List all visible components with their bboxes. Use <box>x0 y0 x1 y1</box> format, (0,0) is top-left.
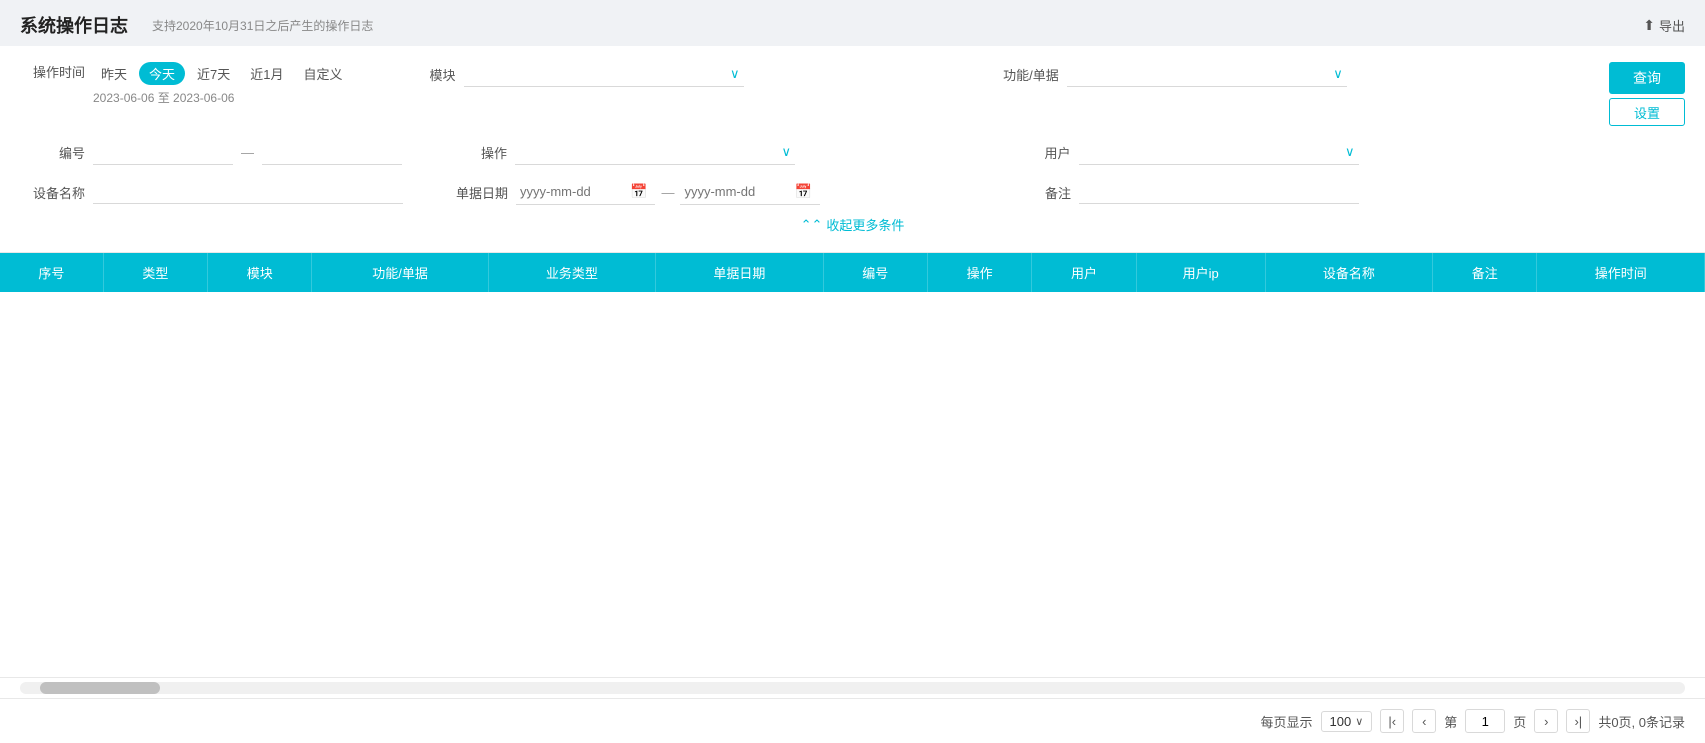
col-remark: 备注 <box>1433 253 1537 292</box>
module-label: 模块 <box>391 65 456 84</box>
calendar-end-icon[interactable]: 📅 <box>794 183 811 200</box>
action-buttons: 查询 设置 <box>1609 62 1685 126</box>
col-user-ip: 用户ip <box>1136 253 1265 292</box>
device-input[interactable] <box>93 180 403 204</box>
remark-label: 备注 <box>1006 183 1071 202</box>
time-btn-custom[interactable]: 自定义 <box>296 62 351 85</box>
col-type: 类型 <box>103 253 207 292</box>
time-btn-yesterday[interactable]: 昨天 <box>93 62 135 85</box>
horizontal-scrollbar[interactable] <box>20 682 1685 694</box>
code-label: 编号 <box>20 143 85 162</box>
date-start-input[interactable] <box>520 184 630 199</box>
page-input[interactable] <box>1465 709 1505 733</box>
query-button[interactable]: 查询 <box>1609 62 1685 94</box>
user-chevron-down-icon: ∨ <box>1345 144 1355 160</box>
per-page-label: 每页显示 <box>1261 712 1313 731</box>
col-function: 功能/单据 <box>312 253 488 292</box>
code-input-start[interactable] <box>93 141 233 165</box>
total-info: 共0页, 0条记录 <box>1598 712 1685 731</box>
scrollbar-area <box>0 677 1705 698</box>
page-size-select[interactable]: 100 ∨ <box>1321 711 1373 732</box>
date-end-wrap: 📅 <box>680 179 819 205</box>
col-voucher-date: 单据日期 <box>656 253 823 292</box>
user-select[interactable]: ∨ <box>1079 140 1359 165</box>
prev-page-button[interactable]: ‹ <box>1412 709 1436 733</box>
col-sequence: 序号 <box>0 253 103 292</box>
code-input-end[interactable] <box>262 141 402 165</box>
date-end-input[interactable] <box>684 184 794 199</box>
page-suffix: 页 <box>1513 712 1526 731</box>
code-dash: — <box>241 145 254 160</box>
operation-select[interactable]: ∨ <box>515 140 795 165</box>
operation-chevron-down-icon: ∨ <box>781 144 791 160</box>
data-table: 序号 类型 模块 功能/单据 业务类型 单据日期 编号 操作 用户 用户ip 设… <box>0 253 1705 292</box>
last-page-button[interactable]: ›| <box>1566 709 1590 733</box>
function-chevron-down-icon: ∨ <box>1333 66 1343 82</box>
export-icon: ⬆ <box>1643 17 1655 34</box>
col-op-time: 操作时间 <box>1537 253 1705 292</box>
table-wrapper: 序号 类型 模块 功能/单据 业务类型 单据日期 编号 操作 用户 用户ip 设… <box>0 253 1705 677</box>
col-user: 用户 <box>1032 253 1136 292</box>
first-page-button[interactable]: |‹ <box>1380 709 1404 733</box>
settings-button[interactable]: 设置 <box>1609 98 1685 126</box>
export-label: 导出 <box>1659 16 1685 35</box>
col-device: 设备名称 <box>1265 253 1432 292</box>
date-start-wrap: 📅 <box>516 179 655 205</box>
col-code: 编号 <box>823 253 927 292</box>
filter-area: 操作时间 昨天 今天 近7天 近1月 自定义 2023-06-06 至 2023… <box>0 46 1705 253</box>
date-dash: — <box>661 185 674 200</box>
time-btn-7days[interactable]: 近7天 <box>189 62 238 85</box>
collapse-chevron-up-icon: ⌃⌃ <box>801 217 823 233</box>
function-select[interactable]: ∨ <box>1067 62 1347 87</box>
page-subtitle: 支持2020年10月31日之后产生的操作日志 <box>152 17 373 34</box>
page-size-chevron-down-icon: ∨ <box>1355 715 1363 728</box>
time-btn-1month[interactable]: 近1月 <box>242 62 291 85</box>
export-button[interactable]: ⬆ 导出 <box>1643 16 1685 35</box>
device-label: 设备名称 <box>20 183 85 202</box>
user-label: 用户 <box>1006 143 1071 162</box>
time-label: 操作时间 <box>20 62 85 81</box>
next-page-button[interactable]: › <box>1534 709 1558 733</box>
page-size-value: 100 <box>1330 714 1352 729</box>
module-select[interactable]: ∨ <box>464 62 744 87</box>
pagination-bar: 每页显示 100 ∨ |‹ ‹ 第 页 › ›| 共0页, 0条记录 <box>0 698 1705 743</box>
remark-input[interactable] <box>1079 180 1359 204</box>
col-operation: 操作 <box>927 253 1031 292</box>
col-biz-type: 业务类型 <box>488 253 655 292</box>
time-range-text: 2023-06-06 至 2023-06-06 <box>93 89 351 106</box>
table-header: 序号 类型 模块 功能/单据 业务类型 单据日期 编号 操作 用户 用户ip 设… <box>0 253 1705 292</box>
collapse-label: 收起更多条件 <box>826 215 904 234</box>
page-header: 系统操作日志 支持2020年10月31日之后产生的操作日志 ⬆ 导出 <box>0 0 1705 46</box>
time-btn-today[interactable]: 今天 <box>139 62 185 85</box>
scrollbar-thumb[interactable] <box>40 682 160 694</box>
function-label: 功能/单据 <box>994 65 1059 84</box>
page-label: 第 <box>1444 712 1457 731</box>
calendar-start-icon[interactable]: 📅 <box>630 183 647 200</box>
collapse-button[interactable]: ⌃⌃ 收起更多条件 <box>801 215 905 234</box>
collapse-row: ⌃⌃ 收起更多条件 <box>20 209 1685 244</box>
page-title: 系统操作日志 <box>20 12 128 38</box>
module-chevron-down-icon: ∨ <box>730 66 740 82</box>
operation-label: 操作 <box>442 143 507 162</box>
col-module: 模块 <box>208 253 312 292</box>
voucher-date-label: 单据日期 <box>443 183 508 202</box>
